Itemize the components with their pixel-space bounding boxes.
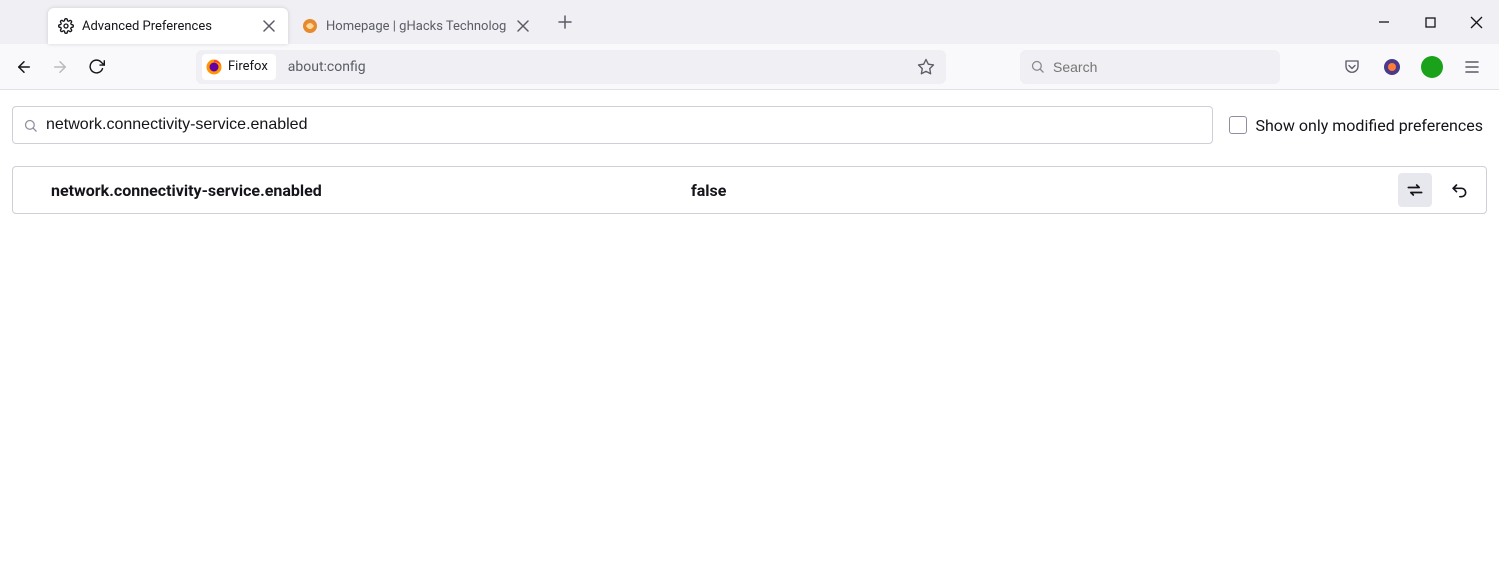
tab-advanced-preferences[interactable]: Advanced Preferences bbox=[48, 8, 288, 44]
tab-ghacks[interactable]: Homepage | gHacks Technolog bbox=[292, 8, 542, 44]
firefox-icon bbox=[206, 59, 222, 75]
identity-box[interactable]: Firefox bbox=[202, 54, 276, 80]
window-minimize-button[interactable] bbox=[1361, 0, 1407, 44]
search-bar[interactable] bbox=[1020, 50, 1280, 84]
pocket-button[interactable] bbox=[1337, 52, 1367, 82]
nav-toolbar: Firefox about:config bbox=[0, 44, 1499, 90]
bookmark-star-button[interactable] bbox=[912, 53, 940, 81]
window-controls bbox=[1361, 0, 1499, 44]
gear-icon bbox=[58, 18, 74, 34]
close-icon[interactable] bbox=[514, 17, 532, 35]
tab-label: Advanced Preferences bbox=[82, 19, 252, 34]
reset-button[interactable] bbox=[1442, 173, 1476, 207]
reload-button[interactable] bbox=[80, 51, 112, 83]
toggle-button[interactable] bbox=[1398, 173, 1432, 207]
search-icon bbox=[1030, 59, 1045, 74]
extension-icon[interactable] bbox=[1377, 52, 1407, 82]
url-bar[interactable]: Firefox about:config bbox=[196, 50, 946, 84]
preference-name: network.connectivity-service.enabled bbox=[51, 181, 691, 200]
show-modified-label: Show only modified preferences bbox=[1255, 116, 1483, 135]
back-button[interactable] bbox=[8, 51, 40, 83]
window-maximize-button[interactable] bbox=[1407, 0, 1453, 44]
site-favicon-icon bbox=[302, 18, 318, 34]
search-icon bbox=[23, 118, 38, 133]
new-tab-button[interactable] bbox=[550, 7, 580, 37]
account-button[interactable] bbox=[1417, 52, 1447, 82]
close-icon[interactable] bbox=[260, 17, 278, 35]
show-modified-checkbox[interactable]: Show only modified preferences bbox=[1229, 116, 1487, 135]
app-menu-button[interactable] bbox=[1457, 52, 1487, 82]
tab-bar: Advanced Preferences Homepage | gHacks T… bbox=[0, 0, 1499, 44]
window-close-button[interactable] bbox=[1453, 0, 1499, 44]
url-text: about:config bbox=[282, 59, 366, 75]
forward-button[interactable] bbox=[44, 51, 76, 83]
preference-row[interactable]: network.connectivity-service.enabled fal… bbox=[12, 166, 1487, 214]
preference-value: false bbox=[691, 181, 1398, 200]
pref-search-input[interactable] bbox=[46, 116, 1202, 134]
identity-label: Firefox bbox=[228, 59, 268, 74]
checkbox-icon bbox=[1229, 116, 1247, 134]
search-input[interactable] bbox=[1053, 59, 1270, 75]
pref-search-box[interactable] bbox=[12, 106, 1213, 144]
about-config-content: Show only modified preferences network.c… bbox=[0, 90, 1499, 230]
avatar-icon bbox=[1421, 56, 1443, 78]
tab-label: Homepage | gHacks Technolog bbox=[326, 19, 506, 34]
